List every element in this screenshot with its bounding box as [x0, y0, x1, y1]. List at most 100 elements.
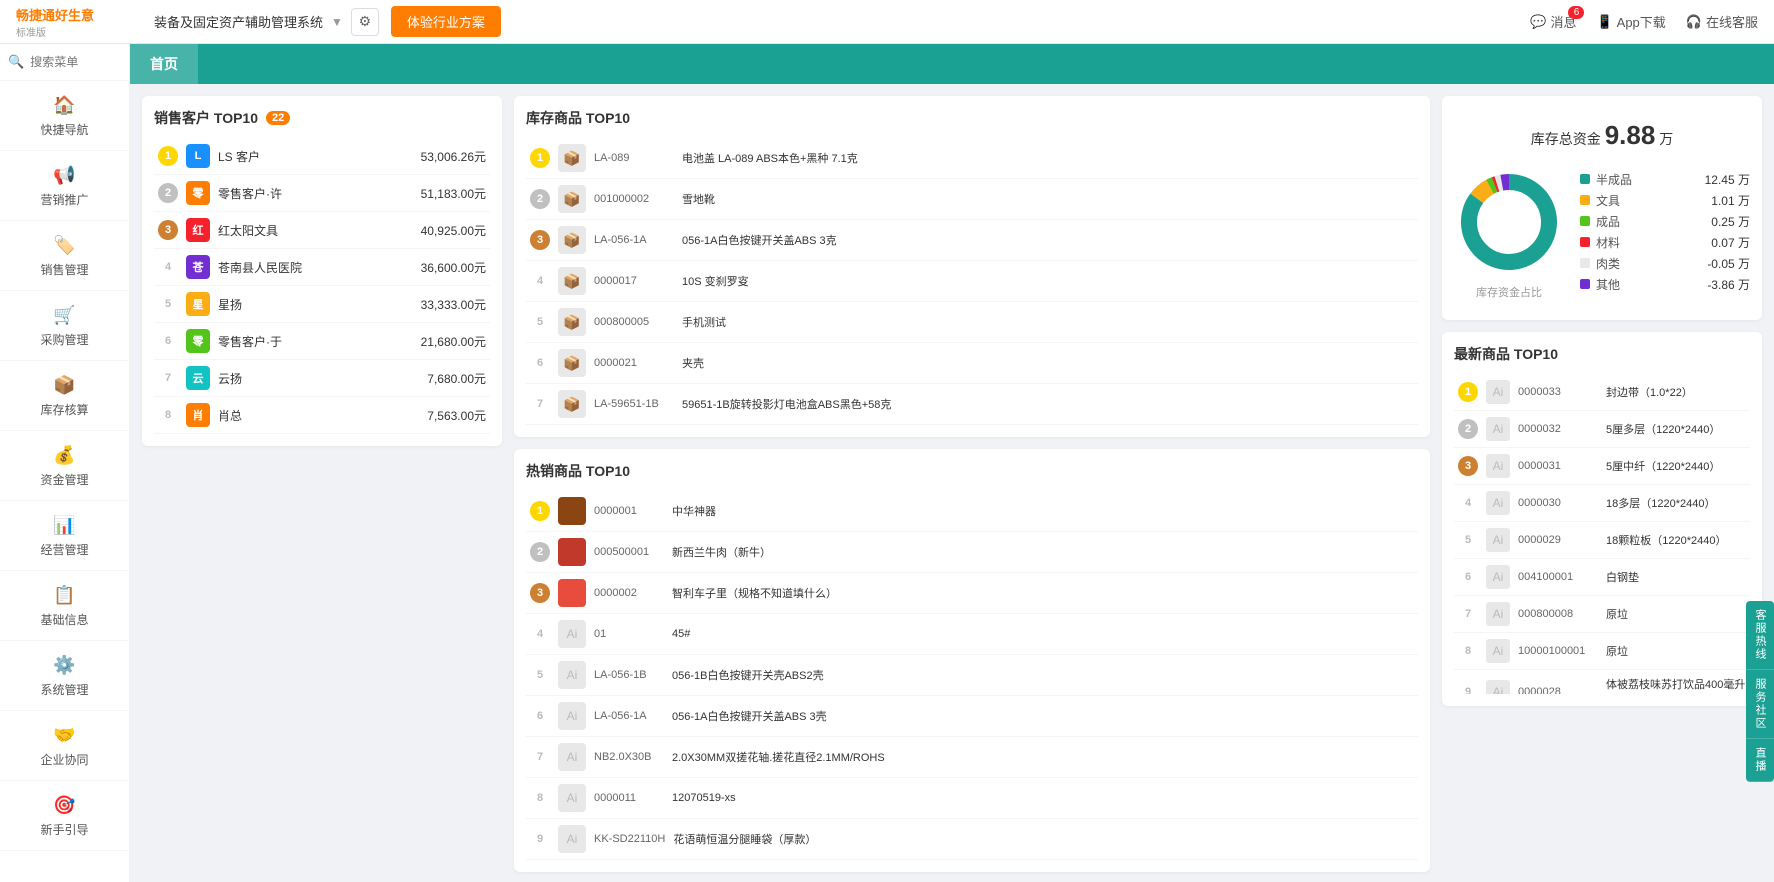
left-column: 销售客户 TOP10 22 1 L LS 客户 53,006.26元 2 零 零… — [142, 96, 502, 870]
customer-avatar: 苍 — [186, 255, 210, 279]
rank-num-6: 6 — [530, 353, 550, 373]
legend-value: 12.45 万 — [1705, 171, 1750, 188]
sidebar-label-marketing: 营销推广 — [40, 191, 88, 208]
hot-products-card: 热销商品 TOP10 1 0000001 中华神器 2 000500001 新西… — [514, 449, 1430, 872]
product-icon: Ai — [1486, 528, 1510, 552]
table-row: 7 云 云扬 7,680.00元 — [154, 360, 490, 397]
product-name: 夹壳 — [682, 355, 1414, 371]
product-icon: Ai — [1486, 454, 1510, 478]
list-item: 1 Ai 0000033 封边带（1.0*22） — [1454, 374, 1750, 411]
product-thumb — [558, 538, 586, 566]
message-badge: 6 — [1568, 6, 1584, 19]
product-name: 59651-1B旋转投影灯电池盒ABS黑色+58克 — [682, 396, 1414, 412]
rank-num-7: 7 — [158, 368, 178, 388]
rank-num-4: 4 — [530, 271, 550, 291]
sidebar-item-base-info[interactable]: 📋 基础信息 — [0, 571, 129, 641]
sidebar-item-finance[interactable]: 💰 资金管理 — [0, 431, 129, 501]
sidebar-item-purchase[interactable]: 🛒 采购管理 — [0, 291, 129, 361]
product-code: 0000011 — [594, 792, 664, 804]
legend-value: 0.07 万 — [1711, 234, 1750, 251]
product-thumb — [558, 579, 586, 607]
product-code: 0000028 — [1518, 686, 1598, 694]
search-input[interactable] — [30, 55, 110, 69]
product-name: 056-1A白色按键开关盖ABS 3克 — [682, 232, 1414, 248]
product-thumb — [558, 497, 586, 525]
logo-subtitle: 标准版 — [16, 24, 46, 39]
legend-label: 其他 — [1596, 276, 1701, 293]
product-code: LA-056-1A — [594, 710, 664, 722]
product-code: 01 — [594, 628, 664, 640]
legend-label: 成品 — [1596, 213, 1705, 230]
sidebar-label-base-info: 基础信息 — [40, 611, 88, 628]
donut-chart-area: 库存资金占比 半成品 12.45 万 文具 1.01 万 成品 0.25 万 材… — [1454, 159, 1750, 308]
customer-avatar: 零 — [186, 329, 210, 353]
product-name: 5厘多层（1220*2440） — [1606, 421, 1746, 437]
list-item: 2 Ai 0000032 5厘多层（1220*2440） — [1454, 411, 1750, 448]
coop-icon: 🤝 — [53, 723, 77, 747]
app-download-action[interactable]: 📱 App下载 — [1596, 12, 1665, 31]
sales-icon: 🏷️ — [53, 233, 77, 257]
inventory-icon: 📦 — [53, 373, 77, 397]
product-code: LA-59651-1B — [594, 398, 674, 410]
content-area: 首页 销售客户 TOP10 22 1 L LS 客户 53,006.26元 2 … — [130, 44, 1774, 882]
customer-name: 星扬 — [218, 296, 413, 313]
product-code: LA-056-1B — [594, 669, 664, 681]
float-service-btn-1[interactable]: 服务社区 — [1746, 670, 1774, 739]
sidebar-item-quick-nav[interactable]: 🏠 快捷导航 — [0, 81, 129, 151]
trial-button[interactable]: 体验行业方案 — [391, 6, 501, 37]
sidebar-item-coop[interactable]: 🤝 企业协同 — [0, 711, 129, 781]
list-item: 5 Ai LA-056-1B 056-1B白色按键开关壳ABS2壳 — [526, 655, 1418, 696]
system-selector[interactable]: 装备及固定资产辅助管理系统 ▼ — [154, 12, 343, 31]
product-name: 原垃 — [1606, 606, 1746, 622]
marketing-icon: 📢 — [53, 163, 77, 187]
product-code: 0000033 — [1518, 386, 1598, 398]
inventory-total: 库存总资金 9.88 万 — [1454, 108, 1750, 159]
product-name: 雪地靴 — [682, 191, 1414, 207]
sidebar-item-inventory[interactable]: 📦 库存核算 — [0, 361, 129, 431]
rank-num-4: 4 — [158, 257, 178, 277]
tab-home[interactable]: 首页 — [130, 44, 198, 84]
online-service-action[interactable]: 🎧 在线客服 — [1686, 12, 1758, 31]
legend-dot — [1580, 237, 1590, 247]
product-name: 手机测试 — [682, 314, 1414, 330]
logo-title: 畅捷通好生意 — [16, 5, 94, 24]
customer-name: 肖总 — [218, 407, 419, 424]
sidebar-label-system: 系统管理 — [40, 681, 88, 698]
customer-value: 33,333.00元 — [421, 296, 486, 313]
settings-button[interactable]: ⚙ — [351, 8, 379, 36]
message-action[interactable]: 💬 消息 6 — [1530, 12, 1576, 31]
message-icon: 💬 — [1530, 14, 1546, 30]
product-icon: 📦 — [558, 267, 586, 295]
customer-avatar: 云 — [186, 366, 210, 390]
rank-medal-3: 3 — [158, 220, 178, 240]
sidebar-item-system[interactable]: ⚙️ 系统管理 — [0, 641, 129, 711]
float-service-btn-0[interactable]: 客服热线 — [1746, 601, 1774, 670]
sidebar-item-operation[interactable]: 📊 经营管理 — [0, 501, 129, 571]
sidebar-item-sales[interactable]: 🏷️ 销售管理 — [0, 221, 129, 291]
list-item: 6 Ai 004100001 白钢垫 — [1454, 559, 1750, 596]
system-icon: ⚙️ — [53, 653, 77, 677]
product-icon: 📦 — [558, 226, 586, 254]
product-code: 000800008 — [1518, 608, 1598, 620]
rank-num-7: 7 — [530, 394, 550, 414]
customer-name: 云扬 — [218, 370, 419, 387]
legend-item: 半成品 12.45 万 — [1580, 171, 1750, 188]
rank-medal-1: 1 — [530, 148, 550, 168]
sidebar-label-operation: 经营管理 — [40, 541, 88, 558]
float-service-btn-2[interactable]: 直播 — [1746, 739, 1774, 782]
list-item: 1 0000001 中华神器 — [526, 491, 1418, 532]
list-item: 8 Ai 0000011 12070519-xs — [526, 778, 1418, 819]
legend-item: 材料 0.07 万 — [1580, 234, 1750, 251]
table-row: 2 零 零售客户·许 51,183.00元 — [154, 175, 490, 212]
legend-dot — [1580, 216, 1590, 226]
product-code: 0000029 — [1518, 534, 1598, 546]
product-code: 0000021 — [594, 357, 674, 369]
inventory-unit: 万 — [1659, 131, 1673, 147]
search-menu[interactable]: 🔍 — [0, 44, 129, 81]
product-code: LA-089 — [594, 152, 674, 164]
product-icon: Ai — [558, 661, 586, 689]
sidebar-item-guide[interactable]: 🎯 新手引导 — [0, 781, 129, 851]
product-code: NB2.0X30B — [594, 751, 664, 763]
sidebar-item-marketing[interactable]: 📢 营销推广 — [0, 151, 129, 221]
product-name: 原垃 — [1606, 643, 1746, 659]
